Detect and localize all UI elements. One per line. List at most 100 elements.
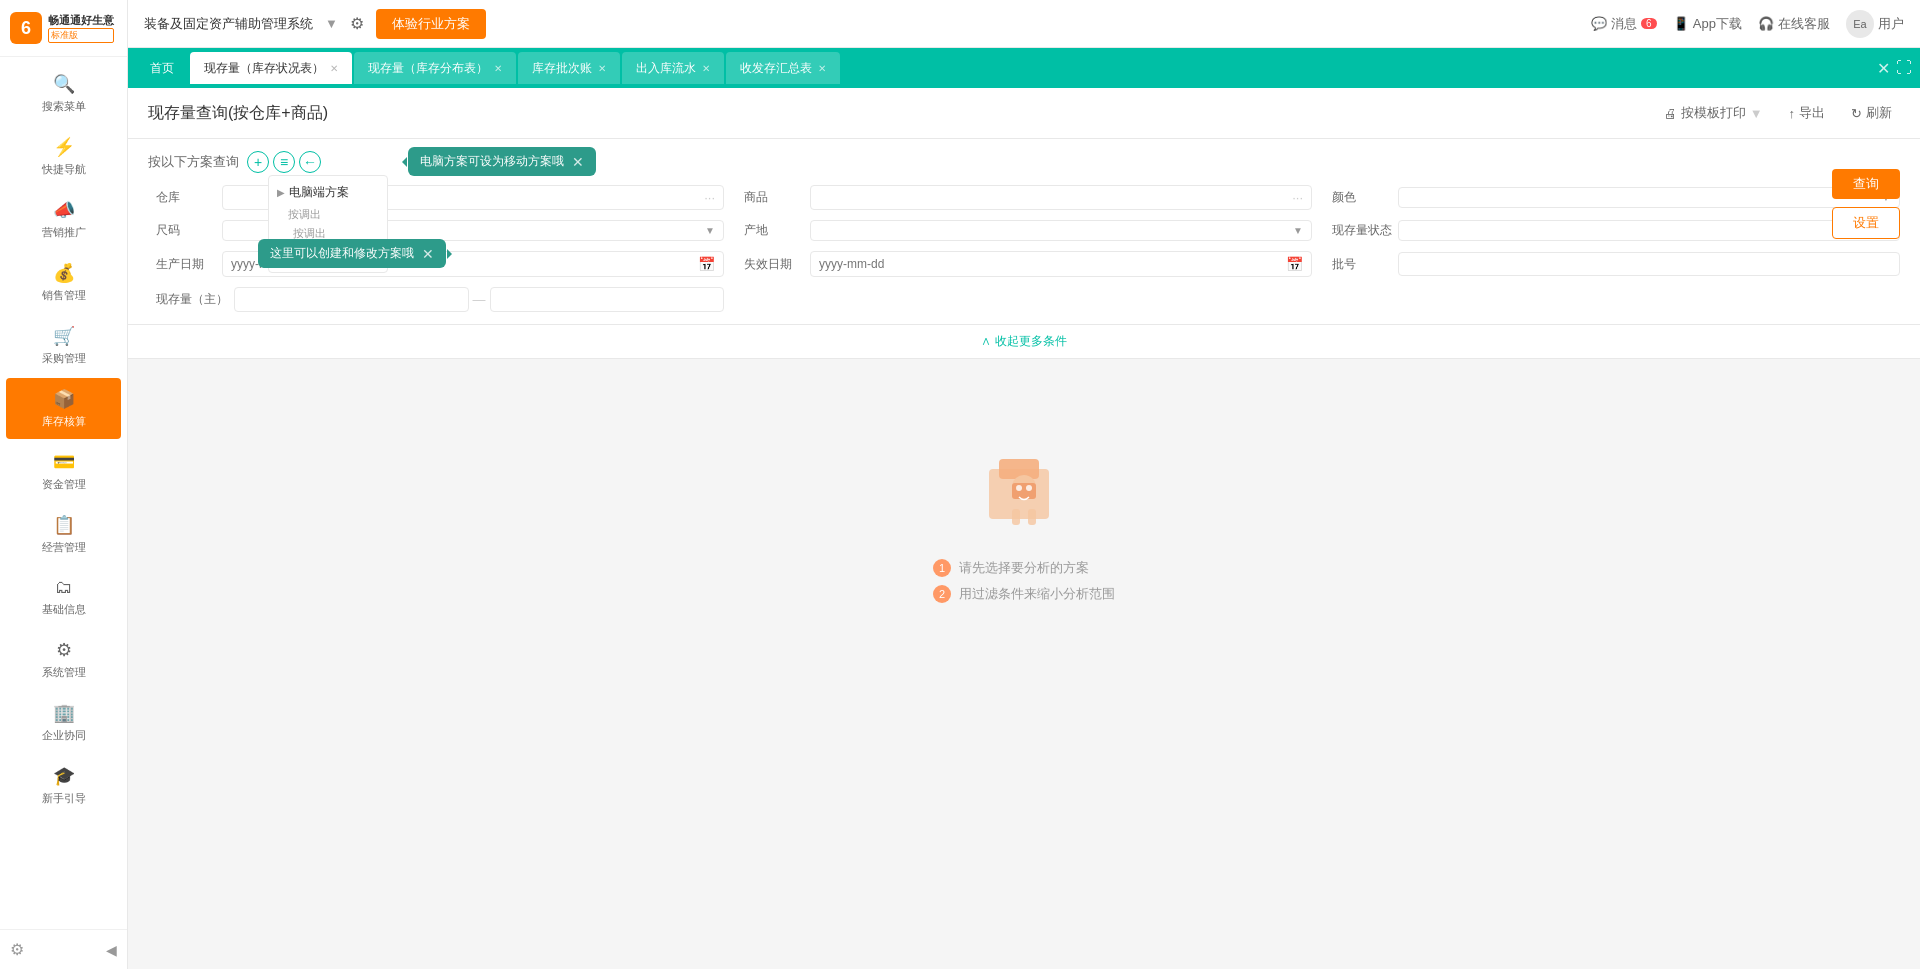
sidebar-item-purchase[interactable]: 🛒 采购管理 (6, 315, 121, 376)
sidebar-item-inventory[interactable]: 📦库存核算 (6, 378, 121, 439)
scheme-item-1[interactable]: 按调出 (269, 205, 387, 224)
tab-inout-flow[interactable]: 出入库流水 ✕ (622, 52, 724, 84)
tab-label-inventory-dist: 现存量（库存分布表） (368, 60, 488, 77)
system-name: 装备及固定资产辅助管理系统 (144, 15, 313, 33)
tab-batch-ledger[interactable]: 库存批次账✕ (518, 52, 620, 84)
tab-close-inventory-status[interactable]: ✕ (330, 63, 338, 74)
sales-label: 销售管理 (42, 288, 86, 303)
tab-label-inout-flow: 出入库流水 (636, 60, 696, 77)
refresh-btn[interactable]: ↻ 刷新 (1843, 100, 1900, 126)
sidebar-item-enterprise[interactable]: 🏢 企业协同 (6, 692, 121, 753)
svg-point-5 (1026, 485, 1032, 491)
sidebar-item-guide[interactable]: 🎓新手引导 (6, 755, 121, 816)
experience-btn[interactable]: 体验行业方案 (376, 9, 486, 39)
svg-rect-1 (999, 459, 1039, 479)
purchase-label: 采购管理 (42, 351, 86, 366)
production-date-icon[interactable]: 📅 (698, 256, 715, 272)
sidebar-item-marketing[interactable]: 📣 营销推广 (6, 189, 121, 250)
user-avatar: Ea (1846, 10, 1874, 38)
operation-label: 经营管理 (42, 540, 86, 555)
tab-recv-send[interactable]: 收发存汇总表 ✕ (726, 52, 840, 84)
print-icon: 🖨 (1664, 106, 1677, 121)
batch-no-input[interactable] (1407, 257, 1891, 271)
basic-label: 基础信息 (42, 602, 86, 617)
quick-nav-label: 快捷导航 (42, 162, 86, 177)
size-arrow[interactable]: ▼ (705, 225, 715, 236)
enterprise-label: 企业协同 (42, 728, 86, 743)
expiry-date-icon[interactable]: 📅 (1286, 256, 1303, 272)
tab-close-batch-ledger[interactable]: ✕ (598, 63, 606, 74)
topbar-dropdown-icon[interactable]: ▼ (325, 16, 338, 31)
purchase-icon: 🛒 (53, 325, 75, 347)
warehouse-dots[interactable]: ··· (704, 190, 715, 205)
inventory-main-to-input[interactable] (499, 293, 716, 307)
basic-icon: 🗂 (55, 577, 73, 598)
sidebar-item-system[interactable]: ⚙ 系统管理 (6, 629, 121, 690)
online-service-btn[interactable]: 🎧 在线客服 (1758, 15, 1830, 33)
tab-close-recv-send[interactable]: ✕ (818, 63, 826, 74)
add-scheme-btn[interactable]: + (247, 151, 269, 173)
search-btn[interactable]: 查询 (1832, 169, 1900, 199)
svg-rect-3 (1012, 483, 1036, 499)
print-btn[interactable]: 🖨 按模板打印 ▼ (1656, 100, 1771, 126)
reset-btn[interactable]: 设置 (1832, 207, 1900, 239)
marketing-icon: 📣 (53, 199, 75, 221)
logo-text: 畅通通好生意 标准版 (48, 13, 114, 43)
sidebar-item-basic[interactable]: 🗂 基础信息 (6, 567, 121, 627)
back-scheme-btn[interactable]: ← (299, 151, 321, 173)
system-icon: ⚙ (56, 639, 72, 661)
page-actions: 🖨 按模板打印 ▼ ↑ 导出 ↻ 刷新 (1656, 100, 1900, 126)
refresh-icon: ↻ (1851, 106, 1862, 121)
message-icon: 💬 (1591, 16, 1607, 31)
origin-arrow[interactable]: ▼ (1293, 225, 1303, 236)
tab-label-recv-send: 收发存汇总表 (740, 60, 812, 77)
sidebar-bottom: ⚙ ◀ (0, 929, 127, 969)
guide-icon: 🎓 (53, 765, 75, 787)
svg-rect-6 (1012, 509, 1020, 525)
field-expiry-date: 失效日期 📅 (744, 251, 1312, 277)
collapse-bar[interactable]: ∧ 收起更多条件 (128, 325, 1920, 359)
tab-close-inventory-dist[interactable]: ✕ (494, 63, 502, 74)
edit-scheme-btn[interactable]: ≡ (273, 151, 295, 173)
filter-section: 按以下方案查询 + ≡ ← 电脑方案可设为移动方案哦 ✕ ▶ 电脑端方案 (128, 139, 1920, 325)
tab-fullscreen-icon[interactable]: ⛶ (1896, 59, 1912, 78)
empty-tip-2: 2 用过滤条件来缩小分析范围 (933, 585, 1115, 603)
enterprise-icon: 🏢 (53, 702, 75, 724)
marketing-label: 营销推广 (42, 225, 86, 240)
system-label: 系统管理 (42, 665, 86, 680)
search-buttons: 查询 设置 (1832, 169, 1900, 239)
empty-state: 1 请先选择要分析的方案 2 用过滤条件来缩小分析范围 (128, 359, 1920, 683)
sidebar-item-sales[interactable]: 💰 销售管理 (6, 252, 121, 313)
tooltip2-close[interactable]: ✕ (422, 246, 434, 262)
empty-tips: 1 请先选择要分析的方案 2 用过滤条件来缩小分析范围 (933, 559, 1115, 603)
sidebar-item-quick-nav[interactable]: ⚡快捷导航 (6, 126, 121, 187)
field-size: 尺码 ▼ (156, 220, 724, 241)
operation-icon: 📋 (53, 514, 75, 536)
sidebar-item-finance[interactable]: 💳资金管理 (6, 441, 121, 502)
export-btn[interactable]: ↑ 导出 (1781, 100, 1834, 126)
sidebar: 6 畅通通好生意 标准版 🔍搜索菜单⚡快捷导航📣营销推广💰销售管理🛒采购管理📦库… (0, 0, 128, 969)
field-inventory-main: 现存量（主） — (156, 287, 724, 312)
settings-icon[interactable]: ⚙ (10, 940, 24, 959)
sidebar-item-operation[interactable]: 📋 经营管理 (6, 504, 121, 565)
tooltip1-close[interactable]: ✕ (572, 154, 584, 170)
page-header: 现存量查询(按仓库+商品) 🖨 按模板打印 ▼ ↑ 导出 ↻ 刷新 (128, 88, 1920, 139)
message-btn[interactable]: 💬 消息 6 (1591, 15, 1657, 33)
expiry-date-input[interactable] (819, 257, 1282, 271)
tab-home[interactable]: 首页 (136, 52, 188, 84)
tab-close-inout-flow[interactable]: ✕ (702, 63, 710, 74)
app-download-btn[interactable]: 📱 App下载 (1673, 15, 1742, 33)
user-btn[interactable]: Ea 用户 (1846, 10, 1904, 38)
tab-inventory-dist[interactable]: 现存量（库存分布表） ✕ (354, 52, 516, 84)
topbar-right: 💬 消息 6 📱 App下载 🎧 在线客服 Ea 用户 (1591, 10, 1904, 38)
collapse-icon[interactable]: ◀ (106, 942, 117, 958)
topbar-settings-icon[interactable]: ⚙ (350, 14, 364, 33)
goods-dots[interactable]: ··· (1292, 190, 1303, 205)
headset-icon: 🎧 (1758, 16, 1774, 31)
tab-inventory-status[interactable]: 现存量（库存状况表）✕ (190, 52, 352, 84)
sales-icon: 💰 (53, 262, 75, 284)
sidebar-item-search-menu[interactable]: 🔍搜索菜单 (6, 63, 121, 124)
filter-label: 按以下方案查询 (148, 153, 239, 171)
inventory-main-from-input[interactable] (243, 293, 460, 307)
tab-close-all-icon[interactable]: ✕ (1877, 59, 1890, 78)
